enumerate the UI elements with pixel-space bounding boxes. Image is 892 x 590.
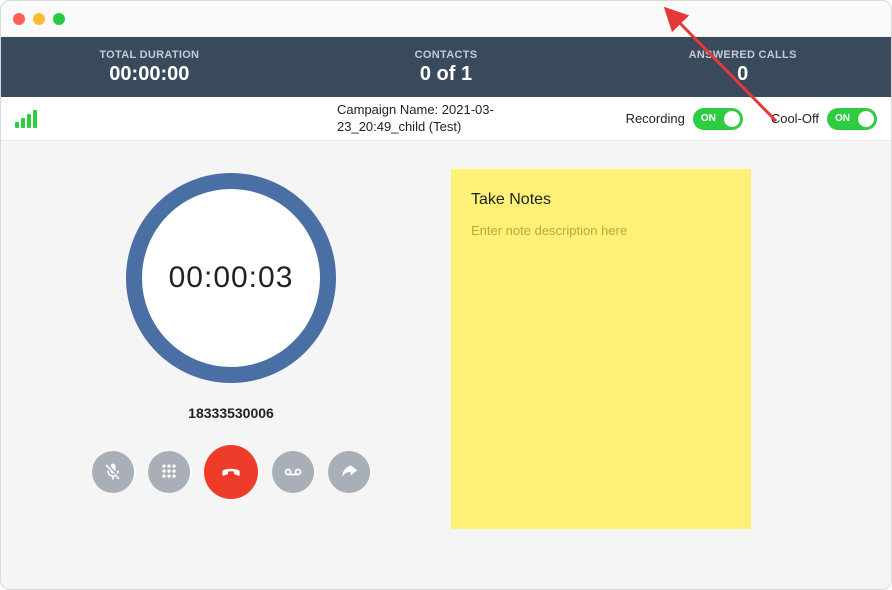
toggle-section: Recording ON Cool-Off ON [626,108,877,130]
phone-number: 18333530006 [188,405,274,421]
notes-panel[interactable]: Take Notes Enter note description here [451,169,751,529]
mute-button[interactable] [92,451,134,493]
hangup-icon [218,459,244,485]
cooloff-toggle-group: Cool-Off ON [771,108,877,130]
voicemail-button[interactable] [272,451,314,493]
toggle-knob [724,111,740,127]
mute-icon [103,462,123,482]
hangup-button[interactable] [204,445,258,499]
recording-toggle[interactable]: ON [693,108,743,130]
stat-label: TOTAL DURATION [1,49,298,61]
stats-bar: TOTAL DURATION 00:00:00 CONTACTS 0 of 1 … [1,37,891,97]
notes-title: Take Notes [471,191,731,209]
dialpad-button[interactable] [148,451,190,493]
dialpad-icon [159,462,179,482]
call-buttons [92,445,370,499]
cooloff-toggle[interactable]: ON [827,108,877,130]
notes-placeholder: Enter note description here [471,223,731,238]
mac-titlebar [1,1,891,37]
stat-total-duration: TOTAL DURATION 00:00:00 [1,37,298,97]
recording-toggle-group: Recording ON [626,108,743,130]
info-bar: Campaign Name: 2021-03-23_20:49_child (T… [1,97,891,141]
stat-answered-calls: ANSWERED CALLS 0 [594,37,891,97]
window-minimize-button[interactable] [33,13,45,25]
stat-value: 0 [594,63,891,86]
call-timer: 00:00:03 [169,261,294,295]
stat-contacts: CONTACTS 0 of 1 [298,37,595,97]
call-panel: 00:00:03 18333530006 [51,169,411,549]
call-timer-ring: 00:00:03 [126,173,336,383]
toggle-state-label: ON [701,113,716,124]
forward-button[interactable] [328,451,370,493]
forward-icon [339,462,359,482]
main-area: 00:00:03 18333530006 [1,141,891,589]
toggle-knob [858,111,874,127]
app-window: TOTAL DURATION 00:00:00 CONTACTS 0 of 1 … [0,0,892,590]
stat-value: 00:00:00 [1,63,298,86]
recording-label: Recording [626,111,685,126]
signal-icon [15,110,37,128]
stat-label: ANSWERED CALLS [594,49,891,61]
campaign-label: Campaign Name: [337,102,438,117]
voicemail-icon [283,462,303,482]
toggle-state-label: ON [835,113,850,124]
cooloff-label: Cool-Off [771,111,819,126]
stat-value: 0 of 1 [298,63,595,86]
stat-label: CONTACTS [298,49,595,61]
window-close-button[interactable] [13,13,25,25]
window-zoom-button[interactable] [53,13,65,25]
campaign-name: Campaign Name: 2021-03-23_20:49_child (T… [337,102,527,135]
